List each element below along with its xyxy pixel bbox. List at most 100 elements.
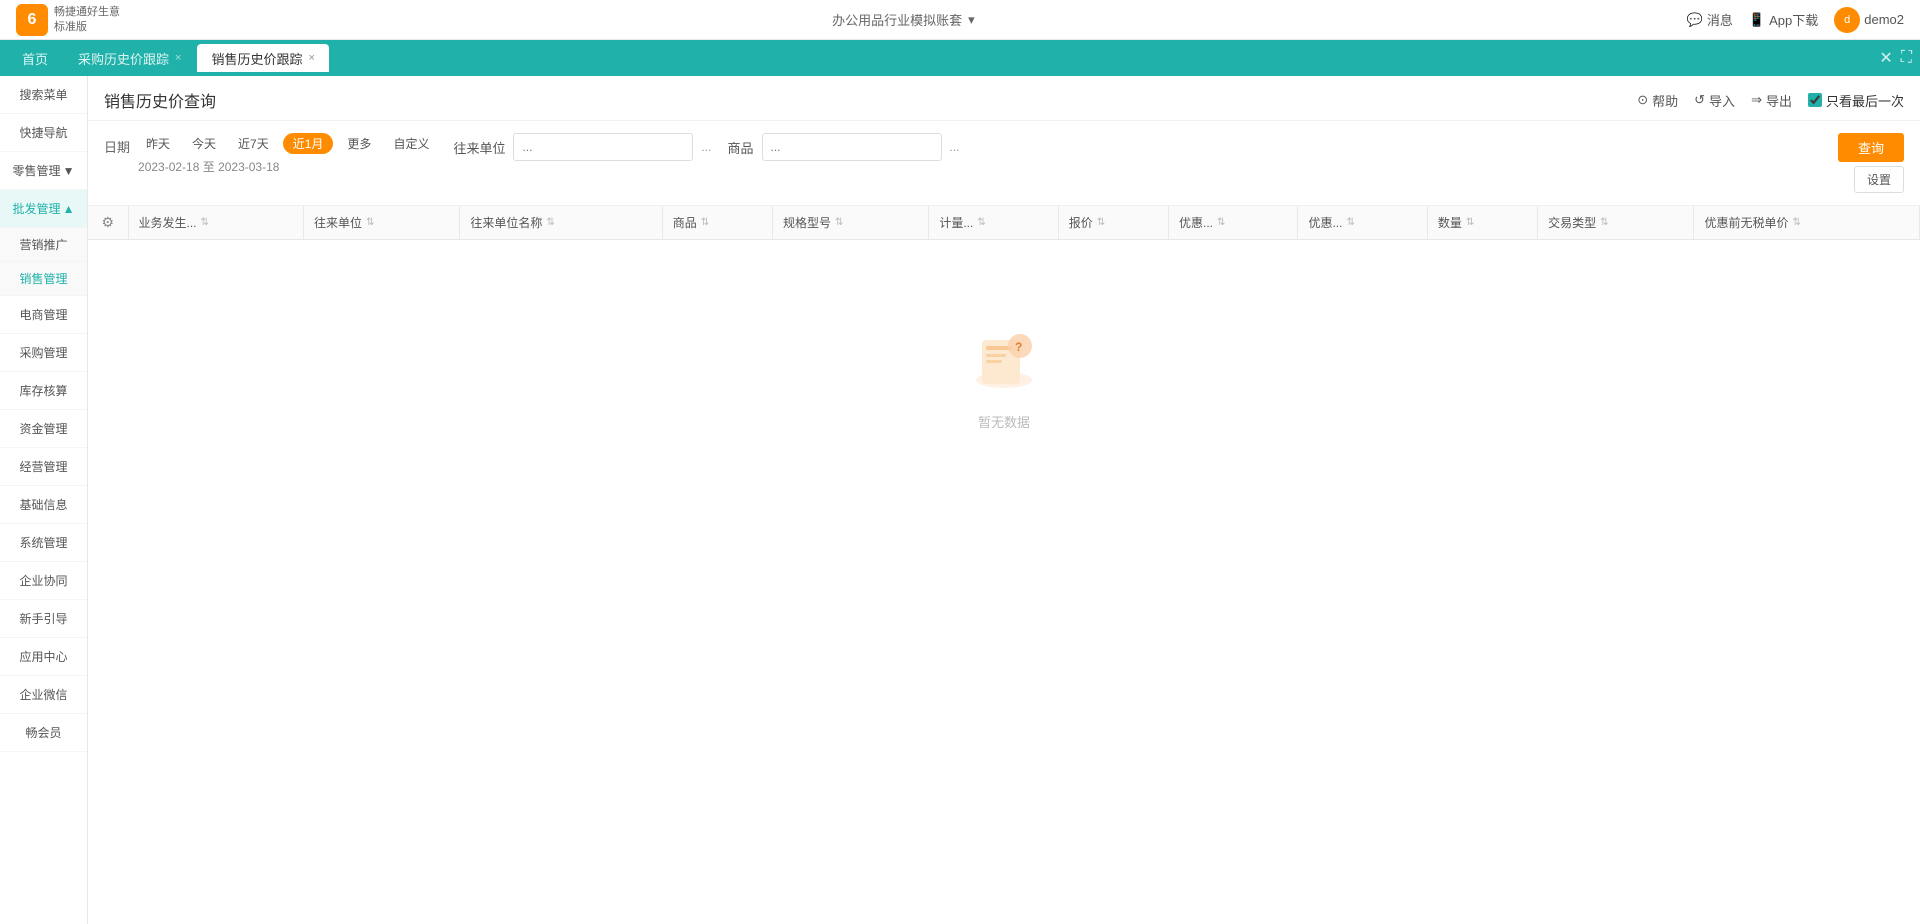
sort-icon: ⇅ <box>1792 217 1800 228</box>
sidebar-item-enterprise[interactable]: 企业协同 <box>0 562 87 600</box>
sort-icon: ⇅ <box>1600 217 1608 228</box>
goods-more[interactable]: ... <box>950 140 960 154</box>
filter-actions: 查询 设置 <box>1838 133 1904 193</box>
sort-icon: ⇅ <box>546 217 554 228</box>
top-bar-right: 💬 消息 📱 App下载 d demo2 <box>1687 7 1904 33</box>
page-title: 销售历史价查询 <box>104 88 216 112</box>
tab-bar-controls: ✕ ⛶ <box>1879 48 1912 68</box>
user-menu[interactable]: d demo2 <box>1834 7 1904 33</box>
sidebar-item-purchase[interactable]: 采购管理 <box>0 334 87 372</box>
sidebar-item-search[interactable]: 搜索菜单 <box>0 76 87 114</box>
sidebar-item-ecommerce[interactable]: 电商管理 <box>0 296 87 334</box>
date-filter-options: 昨天 今天 近7天 近1月 更多 自定义 2023-02-18 至 2023-0… <box>138 133 437 175</box>
col-spec[interactable]: 规格型号 ⇅ <box>773 206 929 240</box>
date-option-last7[interactable]: 近7天 <box>230 133 277 154</box>
sidebar-item-basic-info[interactable]: 基础信息 <box>0 486 87 524</box>
logo-icon: 6 <box>16 4 48 36</box>
counterparty-label: 往来单位 <box>453 138 505 157</box>
date-option-last1m[interactable]: 近1月 <box>283 133 334 154</box>
date-option-today[interactable]: 今天 <box>184 133 224 154</box>
sidebar: 搜索菜单 快捷导航 零售管理 ▼ 批发管理 ▲ 营销推广 销售管理 电商管理 采… <box>0 76 88 924</box>
sidebar-item-operations[interactable]: 经营管理 <box>0 448 87 486</box>
help-action[interactable]: ⊙ 帮助 <box>1637 91 1678 110</box>
sidebar-item-system[interactable]: 系统管理 <box>0 524 87 562</box>
sidebar-item-finance[interactable]: 资金管理 <box>0 410 87 448</box>
date-filter-group: 日期 昨天 今天 近7天 近1月 更多 自定义 2023-02-18 至 202… <box>104 133 437 175</box>
tab-close-all-button[interactable]: ✕ <box>1879 48 1892 68</box>
date-range-display: 2023-02-18 至 2023-03-18 <box>138 158 437 175</box>
app-icon: 📱 <box>1749 12 1765 28</box>
export-action[interactable]: ⇒ 导出 <box>1751 91 1792 110</box>
import-action[interactable]: ↺ 导入 <box>1694 91 1735 110</box>
export-icon: ⇒ <box>1751 92 1762 108</box>
sidebar-item-guide[interactable]: 新手引导 <box>0 600 87 638</box>
chevron-up-icon: ▲ <box>63 202 75 216</box>
sidebar-item-wechat[interactable]: 企业微信 <box>0 676 87 714</box>
top-bar-left: 6 畅捷通好生意 标准版 <box>16 4 120 36</box>
tab-purchase-history[interactable]: 采购历史价跟踪 × <box>64 44 195 72</box>
sort-icon: ⇅ <box>1346 217 1354 228</box>
query-button[interactable]: 查询 <box>1838 133 1904 162</box>
col-goods[interactable]: 商品 ⇅ <box>662 206 772 240</box>
col-unit[interactable]: 计量... ⇅ <box>929 206 1058 240</box>
col-quote[interactable]: 报价 ⇅ <box>1058 206 1168 240</box>
sort-icon: ⇅ <box>366 217 374 228</box>
tab-sales-history[interactable]: 销售历史价跟踪 × <box>197 44 328 72</box>
top-bar: 6 畅捷通好生意 标准版 办公用品行业模拟账套 ▾ 💬 消息 📱 App下载 d… <box>0 0 1920 40</box>
tab-sales-history-close[interactable]: × <box>308 52 314 64</box>
tab-fullscreen-button[interactable]: ⛶ <box>1901 49 1912 67</box>
goods-filter: 商品 ... <box>727 133 959 161</box>
col-trade-type[interactable]: 交易类型 ⇅ <box>1538 206 1694 240</box>
sort-icon: ⇅ <box>977 217 985 228</box>
tab-bar: 首页 采购历史价跟踪 × 销售历史价跟踪 × ✕ ⛶ <box>0 40 1920 76</box>
date-option-yesterday[interactable]: 昨天 <box>138 133 178 154</box>
col-counterparty-name[interactable]: 往来单位名称 ⇅ <box>460 206 662 240</box>
goods-input[interactable] <box>762 133 942 161</box>
only-last-checkbox[interactable] <box>1808 93 1822 107</box>
svg-text:?: ? <box>1015 340 1022 354</box>
counterparty-filter: 往来单位 ... <box>453 133 711 161</box>
page-content: 销售历史价查询 ⊙ 帮助 ↺ 导入 ⇒ 导出 <box>88 76 1920 924</box>
page-header-actions: ⊙ 帮助 ↺ 导入 ⇒ 导出 只看最后一次 <box>1637 91 1904 110</box>
sidebar-item-app-center[interactable]: 应用中心 <box>0 638 87 676</box>
date-label: 日期 <box>104 133 130 156</box>
only-last-toggle[interactable]: 只看最后一次 <box>1808 91 1904 110</box>
col-pretax-price[interactable]: 优惠前无税单价 ⇅ <box>1694 206 1920 240</box>
sidebar-item-quick-nav[interactable]: 快捷导航 <box>0 114 87 152</box>
table-container: ⚙ 业务发生... ⇅ 往来单位 <box>88 206 1920 924</box>
empty-image: ? <box>964 320 1044 400</box>
sidebar-item-member[interactable]: 畅会员 <box>0 714 87 752</box>
tab-purchase-history-close[interactable]: × <box>175 52 181 64</box>
sidebar-item-marketing[interactable]: 营销推广 <box>0 228 87 262</box>
col-discount2[interactable]: 优惠... ⇅ <box>1298 206 1427 240</box>
nav-app-download[interactable]: 📱 App下载 <box>1749 10 1818 29</box>
col-qty[interactable]: 数量 ⇅ <box>1427 206 1537 240</box>
table-header-row: ⚙ 业务发生... ⇅ 往来单位 <box>88 206 1920 240</box>
sort-icon: ⇅ <box>1466 217 1474 228</box>
sidebar-item-wholesale[interactable]: 批发管理 ▲ <box>0 190 87 228</box>
import-icon: ↺ <box>1694 92 1705 108</box>
settings-icon[interactable]: ⚙ <box>101 214 114 230</box>
settings-button[interactable]: 设置 <box>1854 166 1904 193</box>
counterparty-input[interactable] <box>513 133 693 161</box>
nav-message[interactable]: 💬 消息 <box>1687 10 1733 29</box>
goods-label: 商品 <box>727 138 753 157</box>
sidebar-item-retail[interactable]: 零售管理 ▼ <box>0 152 87 190</box>
help-icon: ⊙ <box>1637 92 1648 108</box>
date-option-custom[interactable]: 自定义 <box>385 133 437 154</box>
sidebar-item-sales-mgmt[interactable]: 销售管理 <box>0 262 87 296</box>
empty-text: 暂无数据 <box>978 412 1030 431</box>
col-counterparty-code[interactable]: 往来单位 ⇅ <box>304 206 460 240</box>
sort-icon: ⇅ <box>201 217 209 228</box>
counterparty-more[interactable]: ... <box>701 140 711 154</box>
avatar: d <box>1834 7 1860 33</box>
chevron-down-icon: ▼ <box>63 164 75 178</box>
col-biz-date[interactable]: 业务发生... ⇅ <box>128 206 304 240</box>
logo-text: 畅捷通好生意 标准版 <box>54 5 120 34</box>
col-settings[interactable]: ⚙ <box>88 206 128 240</box>
date-option-more[interactable]: 更多 <box>339 133 379 154</box>
sidebar-item-inventory[interactable]: 库存核算 <box>0 372 87 410</box>
company-selector[interactable]: 办公用品行业模拟账套 ▾ <box>832 10 975 29</box>
col-discount1[interactable]: 优惠... ⇅ <box>1169 206 1298 240</box>
tab-home[interactable]: 首页 <box>8 44 62 72</box>
